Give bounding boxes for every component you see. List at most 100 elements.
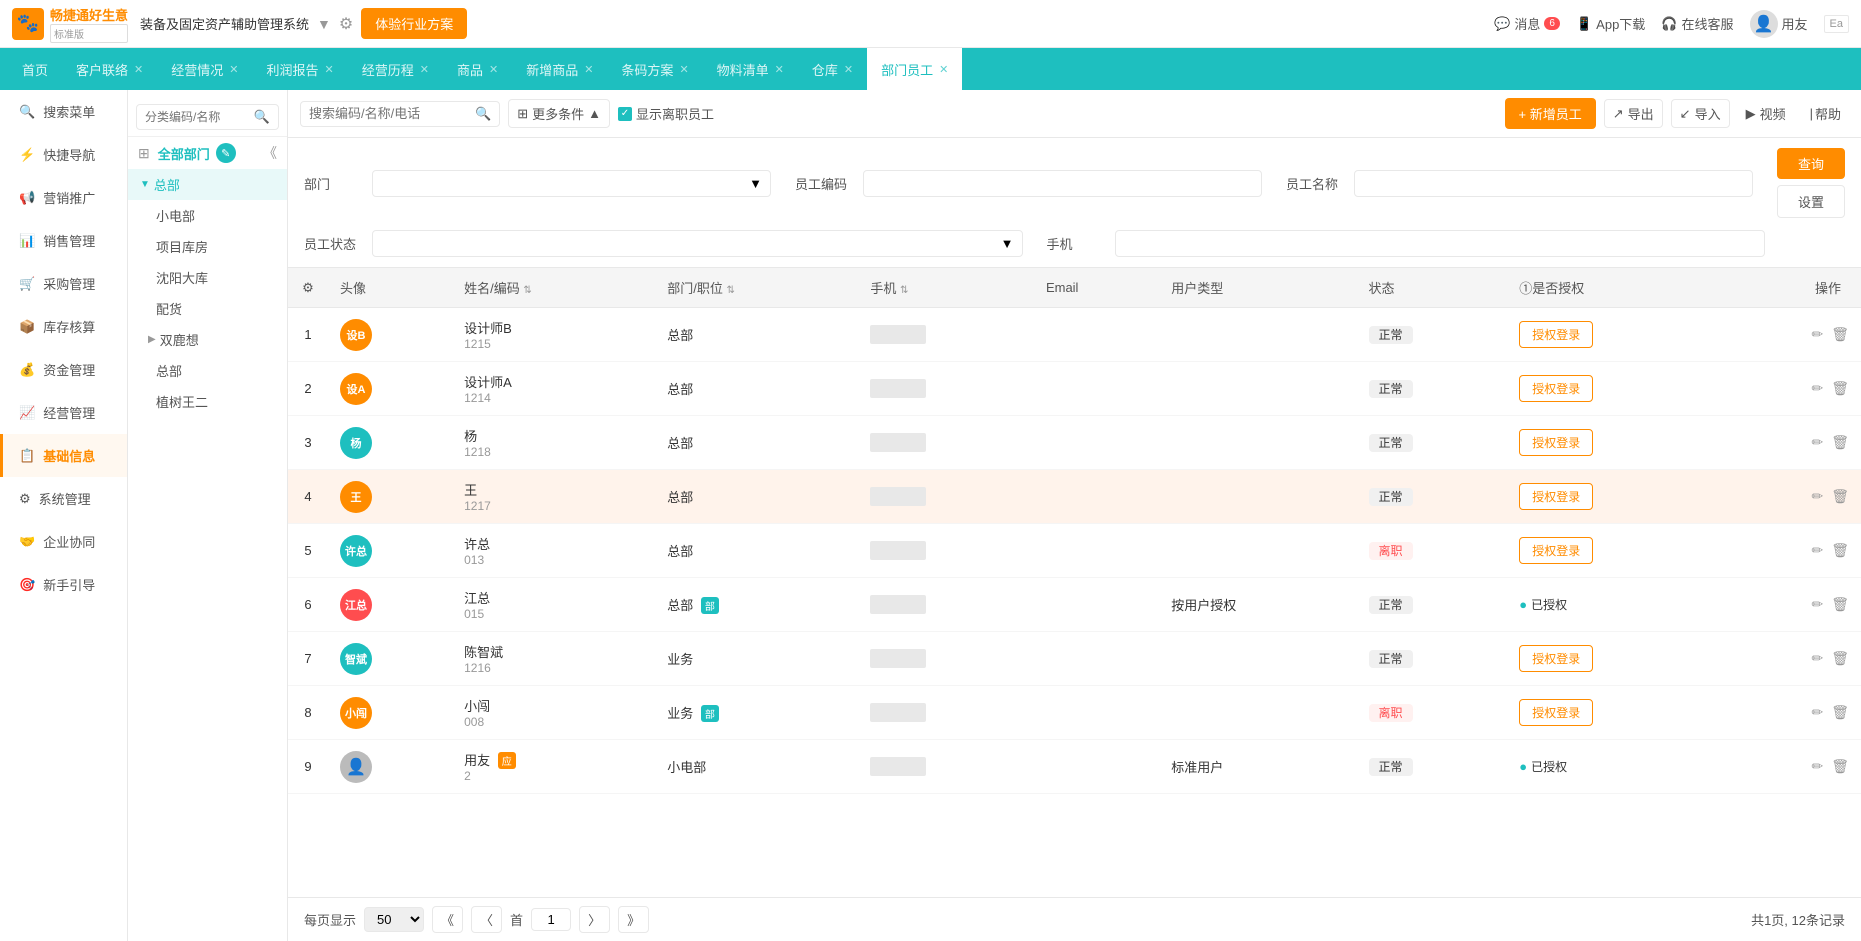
tab-warehouse[interactable]: 仓库✕: [798, 48, 867, 90]
msg-item[interactable]: 💬 消息 6: [1494, 14, 1560, 33]
status-filter-select[interactable]: ▼: [372, 230, 1023, 257]
sidebar-item-operations[interactable]: 📈 经营管理: [0, 391, 127, 434]
reset-btn[interactable]: 设置: [1777, 185, 1845, 218]
delete-btn[interactable]: 🗑: [1831, 488, 1849, 505]
emp-code-input[interactable]: [863, 170, 1262, 197]
edit-btn[interactable]: ✏: [1811, 326, 1823, 343]
auth-btn[interactable]: 授权登录: [1519, 375, 1593, 402]
tab-barcode[interactable]: 条码方案✕: [607, 48, 702, 90]
sidebar-item-guide[interactable]: 🎯 新手引导: [0, 563, 127, 606]
auth-btn[interactable]: 授权登录: [1519, 537, 1593, 564]
app-download[interactable]: 📱 App下载: [1576, 14, 1645, 33]
dept-item-project-warehouse[interactable]: 项目库房: [128, 231, 287, 262]
close-profit-tab[interactable]: ✕: [325, 63, 334, 76]
import-btn[interactable]: ↙ 导入: [1671, 99, 1730, 128]
sidebar-item-inventory[interactable]: 📦 库存核算: [0, 305, 127, 348]
edit-btn[interactable]: ✏: [1811, 650, 1823, 667]
first-page-btn[interactable]: 《: [432, 906, 463, 933]
tab-operations[interactable]: 经营情况✕: [157, 48, 252, 90]
edit-btn[interactable]: ✏: [1811, 380, 1823, 397]
close-operations-tab[interactable]: ✕: [229, 63, 238, 76]
delete-btn[interactable]: 🗑: [1831, 758, 1849, 775]
close-new-goods-tab[interactable]: ✕: [584, 63, 593, 76]
dept-item-headquarters-sub[interactable]: 总部: [128, 355, 287, 386]
col-dept[interactable]: 部门/职位 ⇅: [655, 268, 858, 308]
dept-item-shuangluxiang[interactable]: ▶ 双鹿想: [128, 324, 287, 355]
help-btn[interactable]: | 帮助: [1802, 100, 1849, 127]
view-btn[interactable]: ▶ 视频: [1738, 100, 1794, 127]
dept-item-headquarters-main[interactable]: ▼ 总部: [128, 169, 287, 200]
dept-item-shenyang[interactable]: 沈阳大库: [128, 262, 287, 293]
sidebar-item-system[interactable]: ⚙ 系统管理: [0, 477, 127, 520]
gear-icon[interactable]: ⚙: [339, 14, 353, 34]
search-icon[interactable]: 🔍: [475, 106, 491, 122]
tab-bom[interactable]: 物料清单✕: [703, 48, 798, 90]
tab-home[interactable]: 首页: [8, 48, 62, 90]
prev-page-btn[interactable]: 〈: [471, 906, 502, 933]
close-barcode-tab[interactable]: ✕: [679, 63, 688, 76]
edit-btn[interactable]: ✏: [1811, 704, 1823, 721]
sidebar-item-quicknav[interactable]: ⚡ 快捷导航: [0, 133, 127, 176]
sidebar-item-collab[interactable]: 🤝 企业协同: [0, 520, 127, 563]
try-btn[interactable]: 体验行业方案: [361, 8, 467, 39]
edit-btn[interactable]: ✏: [1811, 434, 1823, 451]
page-number-input[interactable]: [531, 908, 571, 931]
delete-btn[interactable]: 🗑: [1831, 326, 1849, 343]
auth-btn[interactable]: 授权登录: [1519, 699, 1593, 726]
online-service[interactable]: 🎧 在线客服: [1661, 14, 1733, 33]
close-customer-tab[interactable]: ✕: [134, 63, 143, 76]
sidebar-item-marketing[interactable]: 📢 营销推广: [0, 176, 127, 219]
export-btn[interactable]: ↗ 导出: [1604, 99, 1663, 128]
dept-edit-icon[interactable]: ✎: [216, 143, 236, 163]
dept-collapse-btn[interactable]: 《: [263, 143, 277, 163]
tab-employees[interactable]: 部门员工✕: [867, 48, 962, 90]
show-resigned-toggle[interactable]: ✓ 显示离职员工: [618, 104, 714, 123]
close-goods-tab[interactable]: ✕: [489, 63, 498, 76]
delete-btn[interactable]: 🗑: [1831, 380, 1849, 397]
close-history-tab[interactable]: ✕: [420, 63, 429, 76]
delete-btn[interactable]: 🗑: [1831, 650, 1849, 667]
auth-btn[interactable]: 授权登录: [1519, 645, 1593, 672]
dept-filter-select[interactable]: ▼: [372, 170, 771, 197]
sidebar-item-sales[interactable]: 📊 销售管理: [0, 219, 127, 262]
auth-btn[interactable]: 授权登录: [1519, 321, 1593, 348]
col-settings[interactable]: ⚙: [288, 268, 328, 308]
delete-btn[interactable]: 🗑: [1831, 542, 1849, 559]
last-page-btn[interactable]: 》: [618, 906, 649, 933]
edit-btn[interactable]: ✏: [1811, 596, 1823, 613]
next-page-btn[interactable]: 〉: [579, 906, 610, 933]
close-bom-tab[interactable]: ✕: [775, 63, 784, 76]
tab-customer[interactable]: 客户联络✕: [62, 48, 157, 90]
tab-new-goods[interactable]: 新增商品✕: [512, 48, 607, 90]
dept-all-label[interactable]: 全部部门: [158, 144, 210, 163]
dept-item-zhishu-wang[interactable]: 植树王二: [128, 386, 287, 417]
sidebar-item-basic-info[interactable]: 📋 基础信息: [0, 434, 127, 477]
per-page-select[interactable]: 50 20 100: [364, 907, 424, 932]
delete-btn[interactable]: 🗑: [1831, 704, 1849, 721]
sidebar-item-finance[interactable]: 💰 资金管理: [0, 348, 127, 391]
search-input[interactable]: [309, 106, 469, 121]
close-employees-tab[interactable]: ✕: [939, 63, 948, 76]
delete-btn[interactable]: 🗑: [1831, 434, 1849, 451]
edit-btn[interactable]: ✏: [1811, 542, 1823, 559]
phone-input[interactable]: [1115, 230, 1766, 257]
tab-history[interactable]: 经营历程✕: [348, 48, 443, 90]
dept-item-peihu[interactable]: 配货: [128, 293, 287, 324]
user-area[interactable]: 👤 用友: [1750, 10, 1808, 38]
dept-item-small-elec[interactable]: 小电部: [128, 200, 287, 231]
col-phone[interactable]: 手机 ⇅: [858, 268, 1034, 308]
more-filter-btn[interactable]: ⊞ 更多条件 ▲: [508, 99, 610, 128]
sidebar-item-search[interactable]: 🔍 搜索菜单: [0, 90, 127, 133]
add-employee-btn[interactable]: + 新增员工: [1505, 98, 1596, 129]
tab-profit[interactable]: 利润报告✕: [252, 48, 347, 90]
emp-name-input[interactable]: [1354, 170, 1753, 197]
delete-btn[interactable]: 🗑: [1831, 596, 1849, 613]
sys-dropdown-icon[interactable]: ▼: [317, 16, 331, 32]
col-name[interactable]: 姓名/编码 ⇅: [452, 268, 655, 308]
tab-goods[interactable]: 商品✕: [443, 48, 512, 90]
dept-search-input[interactable]: [145, 110, 250, 124]
search-btn[interactable]: 查询: [1777, 148, 1845, 179]
edit-btn[interactable]: ✏: [1811, 488, 1823, 505]
edit-btn[interactable]: ✏: [1811, 758, 1823, 775]
auth-btn[interactable]: 授权登录: [1519, 429, 1593, 456]
